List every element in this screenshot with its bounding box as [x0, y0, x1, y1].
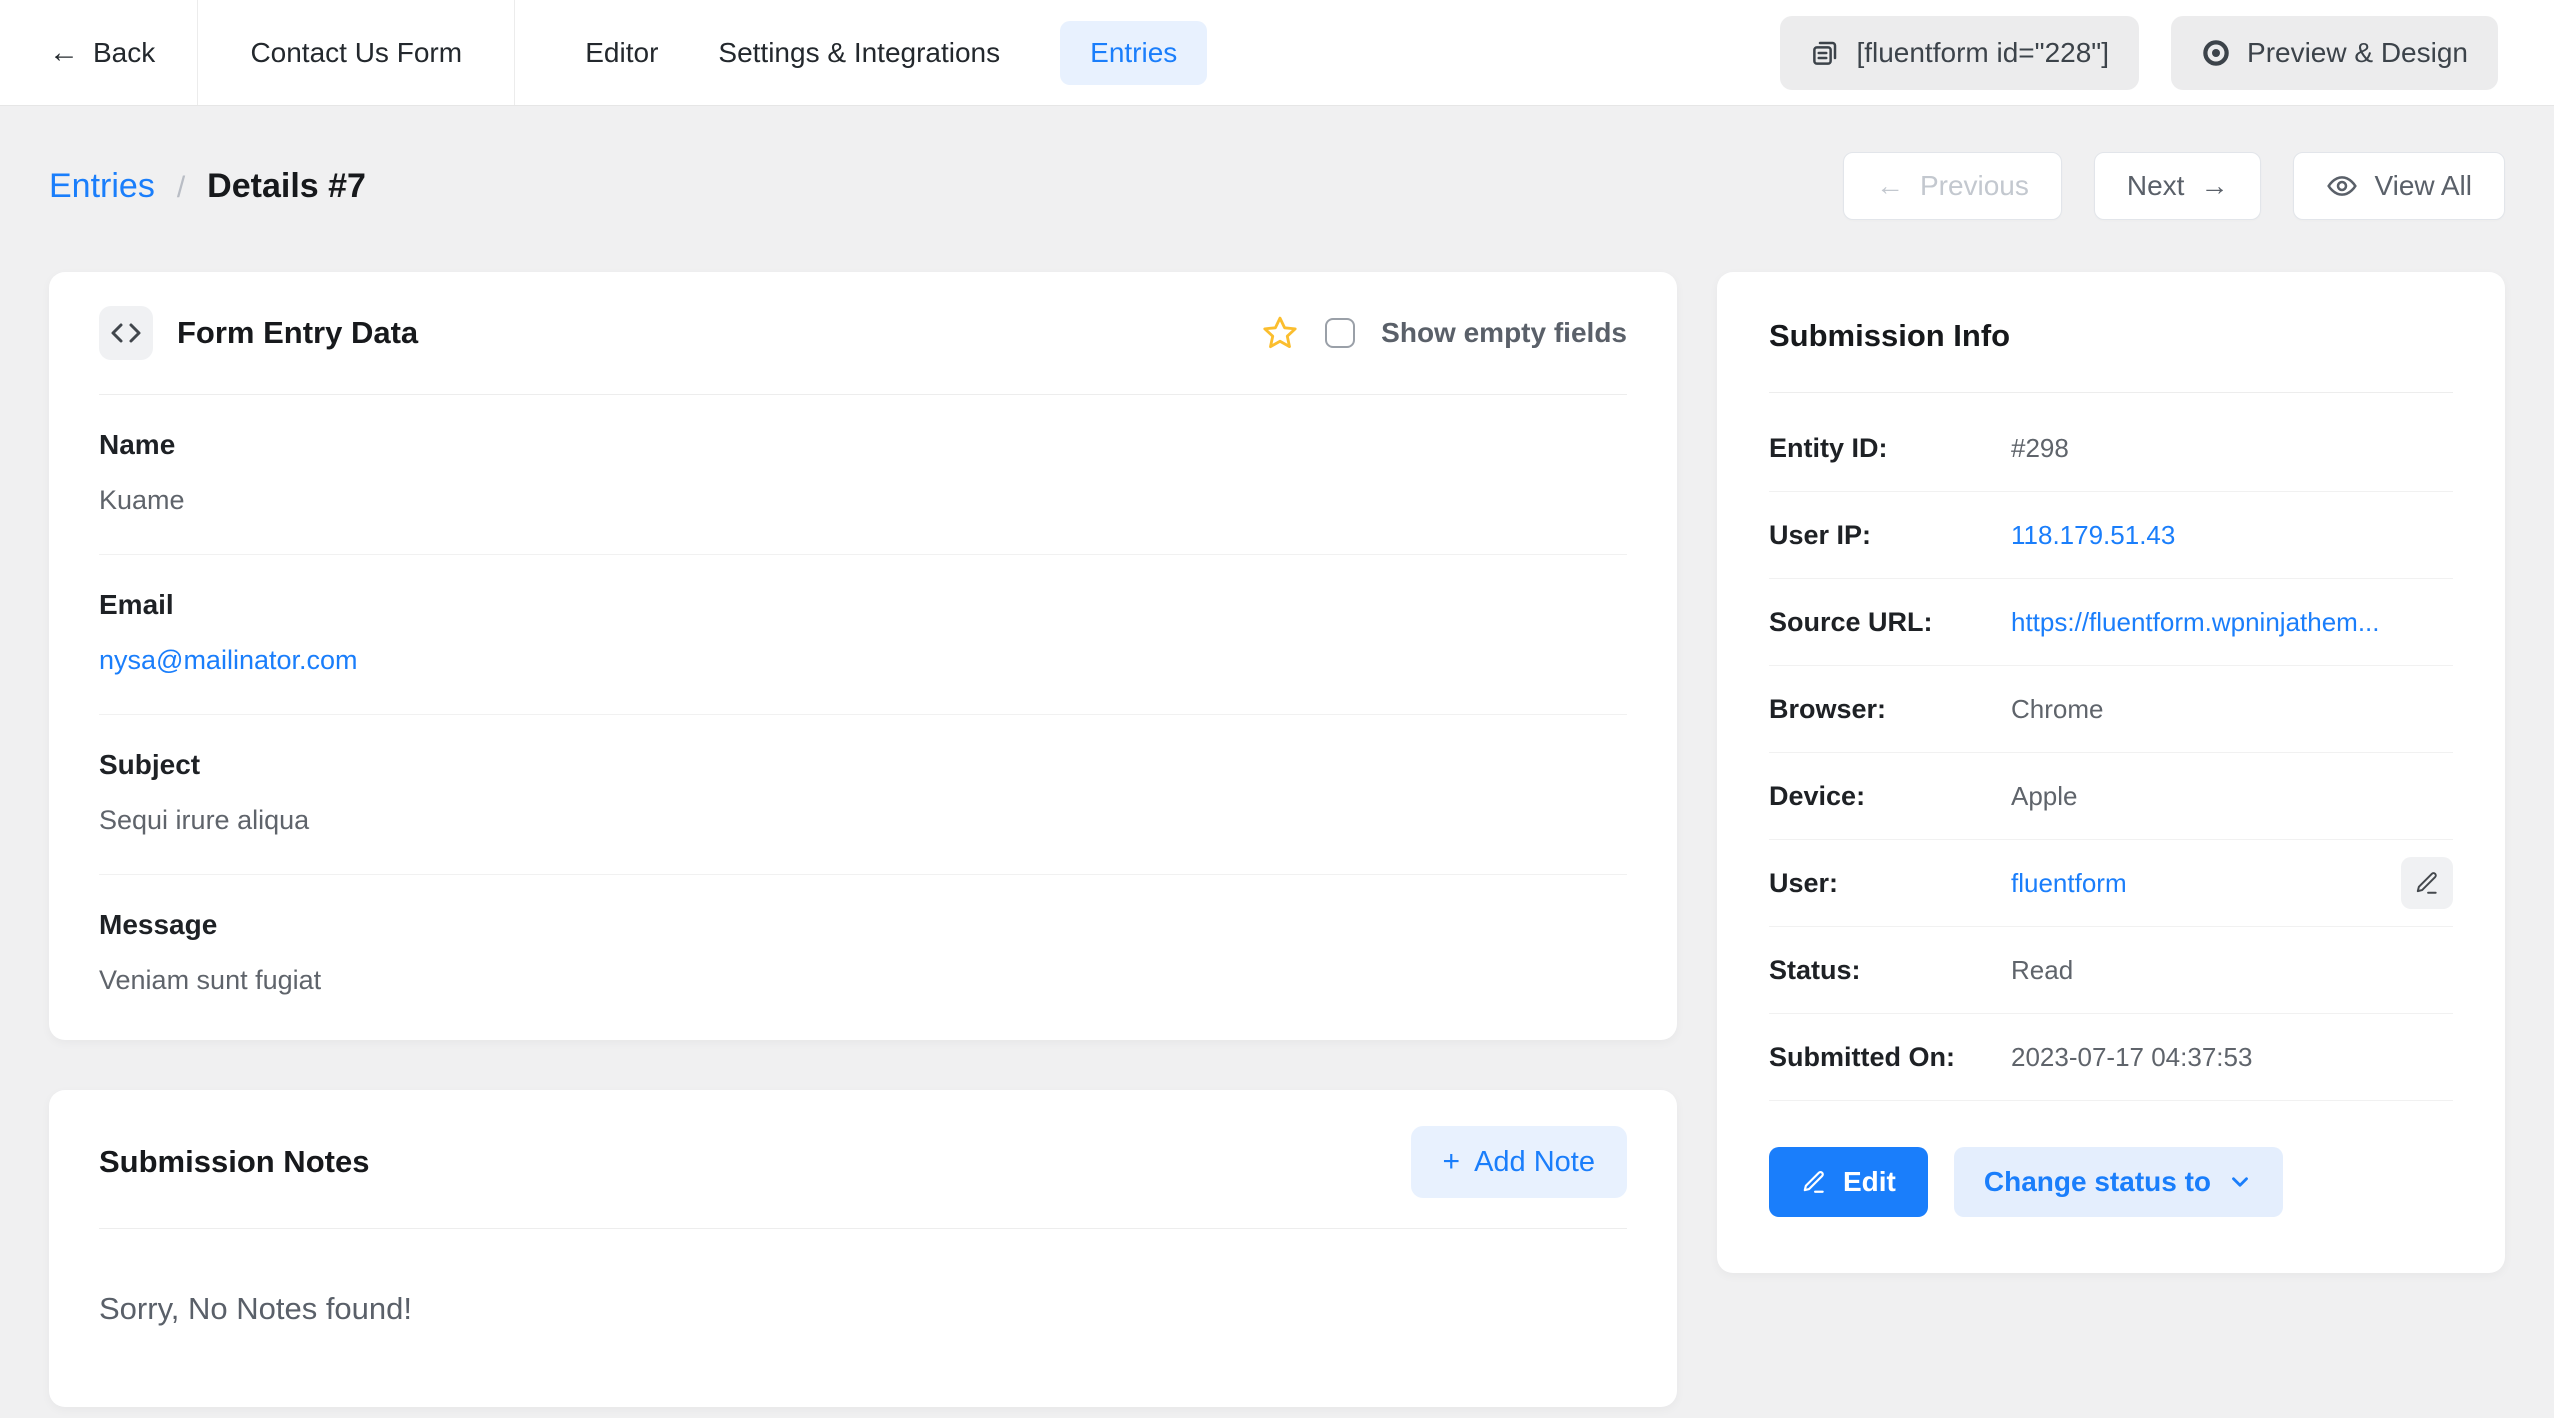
submission-info-rows: Entity ID: #298 User IP: 118.179.51.43 S… [1769, 405, 2453, 1101]
info-row-user-ip: User IP: 118.179.51.43 [1769, 492, 2453, 579]
info-label: Submitted On: [1769, 1042, 2011, 1073]
view-all-label: View All [2374, 170, 2472, 202]
info-label: Device: [1769, 781, 2011, 812]
entry-field-subject: Subject Sequi irure aliqua [99, 715, 1627, 875]
tab-editor[interactable]: Editor [585, 37, 658, 69]
info-label: User IP: [1769, 520, 2011, 551]
left-column: Form Entry Data Show empty fields [49, 272, 1677, 1407]
info-label: Entity ID: [1769, 433, 2011, 464]
favorite-star-icon[interactable] [1261, 314, 1299, 352]
no-notes-message: Sorry, No Notes found! [49, 1229, 1677, 1407]
right-column: Submission Info Entity ID: #298 User IP:… [1717, 272, 2505, 1273]
entry-card-header: Form Entry Data Show empty fields [49, 272, 1677, 394]
email-link[interactable]: nysa@mailinator.com [99, 645, 1627, 676]
status-value: Read [2011, 955, 2073, 986]
topbar: ← Back Contact Us Form Editor Settings &… [0, 0, 2554, 106]
entry-field-name: Name Kuame [99, 395, 1627, 555]
info-value: #298 [2011, 433, 2069, 464]
info-row-source-url: Source URL: https://fluentform.wpninjath… [1769, 579, 2453, 666]
field-label: Email [99, 589, 1627, 621]
submission-info-title: Submission Info [1769, 318, 2453, 393]
submission-info-actions: Edit Change status to [1769, 1147, 2453, 1217]
entry-card-title: Form Entry Data [177, 315, 418, 351]
user-ip-link[interactable]: 118.179.51.43 [2011, 520, 2175, 551]
next-entry-button[interactable]: Next → [2094, 152, 2262, 220]
edit-user-button[interactable] [2401, 857, 2453, 909]
info-row-browser: Browser: Chrome [1769, 666, 2453, 753]
field-label: Name [99, 429, 1627, 461]
form-title: Contact Us Form [197, 0, 515, 105]
view-all-eye-icon [2326, 170, 2358, 202]
add-note-label: Add Note [1474, 1146, 1595, 1179]
info-label: Browser: [1769, 694, 2011, 725]
preview-eye-icon [2201, 38, 2231, 68]
breadcrumb: Entries / Details #7 [49, 167, 366, 206]
view-all-button[interactable]: View All [2293, 152, 2505, 220]
entry-fields: Name Kuame Email nysa@mailinator.com Sub… [49, 395, 1677, 1040]
add-note-button[interactable]: + Add Note [1411, 1126, 1627, 1198]
info-row-status: Status: Read [1769, 927, 2453, 1014]
info-row-device: Device: Apple [1769, 753, 2453, 840]
info-row-submitted-on: Submitted On: 2023-07-17 04:37:53 [1769, 1014, 2453, 1101]
pencil-icon [2414, 870, 2440, 896]
main-content: Form Entry Data Show empty fields [49, 272, 2505, 1407]
info-value: Apple [2011, 781, 2078, 812]
shortcode-label: [fluentform id="228"] [1856, 37, 2109, 69]
info-label: User: [1769, 868, 2011, 899]
field-label: Message [99, 909, 1627, 941]
chevron-down-icon [2227, 1169, 2253, 1195]
source-url-link[interactable]: https://fluentform.wpninjathem... [2011, 607, 2380, 638]
entry-field-message: Message Veniam sunt fugiat [99, 875, 1627, 1034]
preview-design-label: Preview & Design [2247, 37, 2468, 69]
show-empty-fields-label: Show empty fields [1381, 317, 1627, 349]
info-value: 2023-07-17 04:37:53 [2011, 1042, 2252, 1073]
topbar-tabs: Editor Settings & Integrations Entries [585, 0, 1207, 105]
edit-entry-button[interactable]: Edit [1769, 1147, 1928, 1217]
info-value: Chrome [2011, 694, 2103, 725]
info-label: Status: [1769, 955, 2011, 986]
breadcrumb-row: Entries / Details #7 ← Previous Next → [49, 152, 2505, 220]
preview-design-button[interactable]: Preview & Design [2171, 16, 2498, 90]
page-body: Entries / Details #7 ← Previous Next → [0, 152, 2554, 1407]
shortcode-button[interactable]: [fluentform id="228"] [1780, 16, 2139, 90]
info-row-user: User: fluentform [1769, 840, 2453, 927]
tab-settings-integrations[interactable]: Settings & Integrations [718, 37, 1000, 69]
tab-entries[interactable]: Entries [1060, 21, 1207, 85]
previous-entry-button[interactable]: ← Previous [1843, 152, 2062, 220]
back-label: Back [93, 37, 155, 69]
submission-notes-card: Submission Notes + Add Note Sorry, No No… [49, 1090, 1677, 1407]
pencil-icon [1801, 1169, 1827, 1195]
show-empty-fields-checkbox[interactable] [1325, 318, 1355, 348]
notes-card-title: Submission Notes [99, 1144, 369, 1180]
breadcrumb-separator: / [177, 171, 185, 205]
edit-label: Edit [1843, 1166, 1896, 1198]
field-value: Veniam sunt fugiat [99, 965, 1627, 996]
page-title: Details #7 [207, 167, 366, 206]
breadcrumb-entries-link[interactable]: Entries [49, 167, 155, 206]
next-label: Next [2127, 170, 2185, 202]
back-button[interactable]: ← Back [0, 0, 197, 105]
entry-card-tools: Show empty fields [1261, 314, 1627, 352]
code-icon [99, 306, 153, 360]
topbar-actions: [fluentform id="228"] Preview & Design [1780, 0, 2554, 105]
plus-icon: + [1443, 1145, 1461, 1179]
info-row-entity-id: Entity ID: #298 [1769, 405, 2453, 492]
previous-label: Previous [1920, 170, 2029, 202]
field-value: Sequi irure aliqua [99, 805, 1627, 836]
change-status-button[interactable]: Change status to [1954, 1147, 2283, 1217]
change-status-label: Change status to [1984, 1166, 2211, 1198]
copy-icon [1810, 38, 1840, 68]
arrow-left-icon: ← [1876, 170, 1904, 202]
field-value: Kuame [99, 485, 1627, 516]
submission-info-card: Submission Info Entity ID: #298 User IP:… [1717, 272, 2505, 1273]
info-label: Source URL: [1769, 607, 2011, 638]
arrow-right-icon: → [2200, 170, 2228, 202]
form-entry-data-card: Form Entry Data Show empty fields [49, 272, 1677, 1040]
field-label: Subject [99, 749, 1627, 781]
back-arrow-icon: ← [49, 36, 79, 70]
entry-field-email: Email nysa@mailinator.com [99, 555, 1627, 715]
entry-pager: ← Previous Next → View All [1843, 152, 2505, 220]
notes-card-header: Submission Notes + Add Note [49, 1090, 1677, 1228]
user-link[interactable]: fluentform [2011, 868, 2127, 899]
